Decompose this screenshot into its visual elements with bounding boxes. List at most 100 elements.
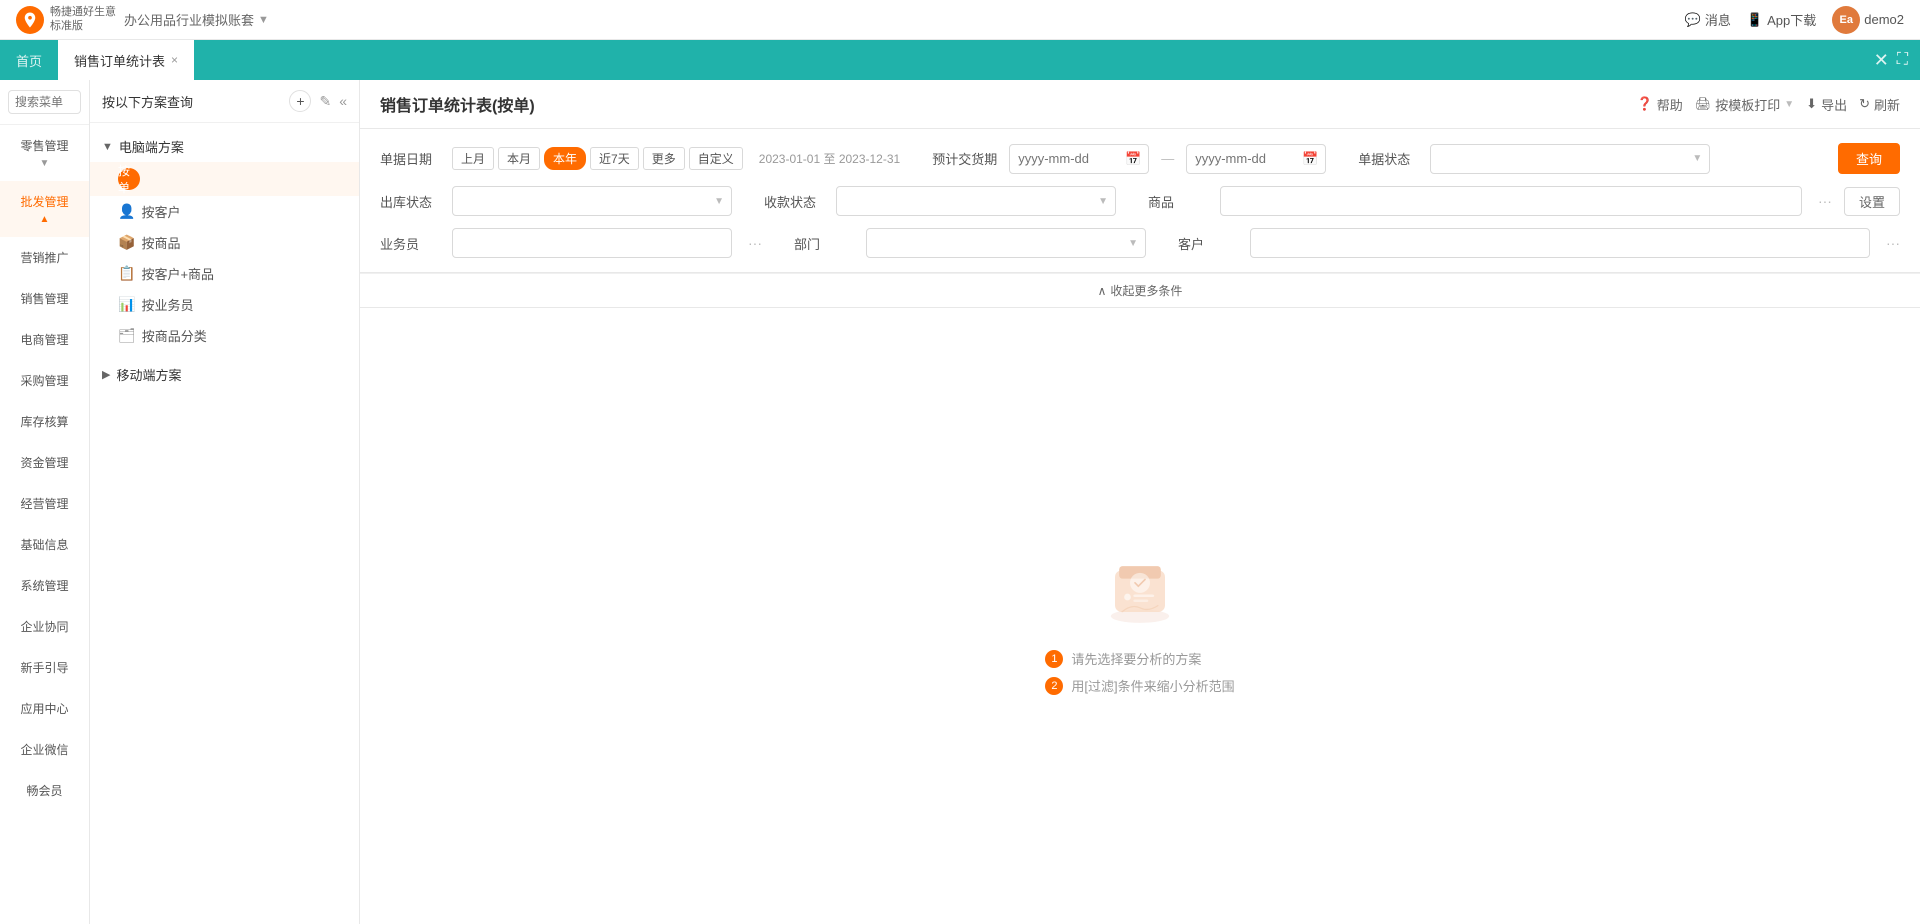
logo-text: 畅捷通好生意 标准版 bbox=[50, 6, 116, 32]
sidebar-item-wechat[interactable]: 企业微信 bbox=[0, 729, 89, 770]
print-button[interactable]: 🖨 按模板打印 ▼ bbox=[1695, 95, 1794, 114]
sidebar-item-management[interactable]: 经营管理 bbox=[0, 483, 89, 524]
sidebar-item-marketing[interactable]: 营销推广 bbox=[0, 237, 89, 278]
tab-bar: 首页 销售订单统计表 × ✕ ⛶ bbox=[0, 40, 1920, 80]
ship-status-select[interactable] bbox=[452, 186, 732, 216]
refresh-button[interactable]: ↻ 刷新 bbox=[1859, 95, 1900, 114]
tip-1-text: 请先选择要分析的方案 bbox=[1071, 649, 1201, 668]
customer-input[interactable] bbox=[1250, 228, 1870, 258]
tree-mobile-arrow: ▶ bbox=[102, 368, 110, 381]
sidebar-search-area bbox=[0, 80, 89, 125]
by-goods-label: 按商品 bbox=[141, 233, 180, 252]
sidebar-item-app[interactable]: 应用中心 bbox=[0, 688, 89, 729]
sidebar-finance-label: 资金管理 bbox=[20, 454, 68, 471]
date-label: 单据日期 bbox=[380, 149, 440, 168]
goods-input[interactable] bbox=[1220, 186, 1802, 216]
export-button[interactable]: ⬇ 导出 bbox=[1806, 95, 1847, 114]
by-customer-icon: 👤 bbox=[118, 203, 135, 220]
expected-date-to: 📅 bbox=[1186, 144, 1326, 174]
sidebar-item-member[interactable]: 畅会员 bbox=[0, 770, 89, 811]
sidebar-item-wholesale[interactable]: 批发管理 ▲ bbox=[0, 181, 89, 237]
filter-container: 单据日期 上月 本月 本年 近7天 更多 自定义 2023-01-01 至 20… bbox=[360, 129, 1920, 308]
collapse-arrow-icon: ∧ bbox=[1098, 284, 1107, 298]
sidebar-item-inventory[interactable]: 库存核算 bbox=[0, 401, 89, 442]
message-button[interactable]: 💬 消息 bbox=[1685, 10, 1731, 29]
tip-2-text: 用[过滤]条件来缩小分析范围 bbox=[1071, 676, 1234, 695]
salesperson-more-icon[interactable]: ··· bbox=[748, 235, 762, 251]
by-sales-label: 按业务员 bbox=[141, 295, 193, 314]
top-bar: 畅捷通好生意 标准版 办公用品行业模拟账套 ▼ 💬 消息 📱 App下载 Ea … bbox=[0, 0, 1920, 40]
edit-scheme-button[interactable]: ✎ bbox=[319, 93, 331, 110]
payment-status-select[interactable] bbox=[836, 186, 1116, 216]
date-btn-7days[interactable]: 近7天 bbox=[590, 147, 639, 170]
by-sales-icon: 📊 bbox=[118, 296, 135, 313]
sidebar-purchase-label: 采购管理 bbox=[20, 372, 68, 389]
date-btn-this-year[interactable]: 本年 bbox=[544, 147, 586, 170]
sidebar-item-ecommerce[interactable]: 电商管理 bbox=[0, 319, 89, 360]
tree-child-by-category[interactable]: 🗂 按商品分类 bbox=[90, 320, 359, 351]
sidebar: 零售管理 ▼ 批发管理 ▲ 营销推广 销售管理 电商管理 采购管理 库存核算 资… bbox=[0, 80, 90, 924]
tab-home[interactable]: 首页 bbox=[0, 40, 58, 80]
sidebar-item-guide[interactable]: 新手引导 bbox=[0, 647, 89, 688]
sidebar-item-sales[interactable]: 销售管理 bbox=[0, 278, 89, 319]
bill-status-select[interactable] bbox=[1430, 144, 1710, 174]
expected-date-to-input[interactable] bbox=[1186, 144, 1326, 174]
window-maximize-button[interactable]: ⛶ bbox=[1897, 51, 1908, 69]
tree-child-by-bill[interactable]: 按单 bbox=[90, 162, 359, 196]
tree-child-by-goods[interactable]: 📦 按商品 bbox=[90, 227, 359, 258]
tree-child-by-salesperson[interactable]: 📊 按业务员 bbox=[90, 289, 359, 320]
department-label: 部门 bbox=[794, 234, 854, 253]
department-select[interactable] bbox=[866, 228, 1146, 258]
collapse-bar[interactable]: ∧ 收起更多条件 bbox=[360, 273, 1920, 308]
search-input[interactable] bbox=[8, 90, 81, 114]
date-separator: — bbox=[1161, 151, 1174, 166]
tab-sales-order[interactable]: 销售订单统计表 × bbox=[58, 40, 194, 80]
main-layout: 零售管理 ▼ 批发管理 ▲ 营销推广 销售管理 电商管理 采购管理 库存核算 资… bbox=[0, 80, 1920, 924]
sidebar-item-system[interactable]: 系统管理 bbox=[0, 565, 89, 606]
tip-2-number: 2 bbox=[1045, 677, 1063, 695]
breadcrumb[interactable]: 办公用品行业模拟账套 ▼ bbox=[124, 10, 269, 29]
print-arrow-icon: ▼ bbox=[1784, 99, 1794, 110]
customer-more-icon[interactable]: ··· bbox=[1886, 235, 1900, 251]
app-download-button[interactable]: 📱 App下载 bbox=[1747, 10, 1816, 29]
ship-status-label: 出库状态 bbox=[380, 192, 440, 211]
date-btn-last-month[interactable]: 上月 bbox=[452, 147, 494, 170]
tree-child-by-customer[interactable]: 👤 按客户 bbox=[90, 196, 359, 227]
bill-status-label: 单据状态 bbox=[1358, 149, 1418, 168]
tree-parent-desktop[interactable]: ▼ 电脑端方案 bbox=[90, 131, 359, 162]
active-indicator: 按单 bbox=[118, 168, 140, 190]
page-header: 销售订单统计表(按单) ❓ 帮助 🖨 按模板打印 ▼ ⬇ 导出 ↻ 刷新 bbox=[360, 80, 1920, 129]
tree-child-by-customer-goods[interactable]: 📋 按客户+商品 bbox=[90, 258, 359, 289]
payment-status-label: 收款状态 bbox=[764, 192, 824, 211]
salesperson-input[interactable] bbox=[452, 228, 732, 258]
top-bar-left: 畅捷通好生意 标准版 办公用品行业模拟账套 ▼ bbox=[16, 6, 269, 34]
expected-date-from-input[interactable] bbox=[1009, 144, 1149, 174]
sidebar-item-purchase[interactable]: 采购管理 bbox=[0, 360, 89, 401]
left-panel-title: 按以下方案查询 bbox=[102, 92, 193, 111]
collapse-panel-button[interactable]: « bbox=[339, 93, 347, 109]
query-button[interactable]: 查询 bbox=[1838, 143, 1900, 174]
page-actions: ❓ 帮助 🖨 按模板打印 ▼ ⬇ 导出 ↻ 刷新 bbox=[1637, 95, 1900, 114]
sidebar-inventory-label: 库存核算 bbox=[20, 413, 68, 430]
sidebar-wechat-label: 企业微信 bbox=[20, 741, 68, 758]
help-button[interactable]: ❓ 帮助 bbox=[1637, 95, 1683, 114]
date-btn-this-month[interactable]: 本月 bbox=[498, 147, 540, 170]
sidebar-item-basic[interactable]: 基础信息 bbox=[0, 524, 89, 565]
tree-parent-mobile[interactable]: ▶ 移动端方案 bbox=[90, 359, 359, 390]
add-scheme-button[interactable]: + bbox=[289, 90, 311, 112]
user-menu[interactable]: Ea demo2 bbox=[1832, 6, 1904, 34]
date-btn-more[interactable]: 更多 bbox=[643, 147, 685, 170]
expected-date-from: 📅 bbox=[1009, 144, 1149, 174]
tree-mobile-label: 移动端方案 bbox=[116, 365, 181, 384]
window-close-button[interactable]: ✕ bbox=[1874, 50, 1889, 71]
date-btn-custom[interactable]: 自定义 bbox=[689, 147, 743, 170]
tab-close-icon[interactable]: × bbox=[171, 53, 178, 67]
sidebar-item-retail[interactable]: 零售管理 ▼ bbox=[0, 125, 89, 181]
date-buttons: 上月 本月 本年 近7天 更多 自定义 bbox=[452, 147, 743, 170]
sidebar-guide-label: 新手引导 bbox=[20, 659, 68, 676]
goods-more-icon[interactable]: ··· bbox=[1818, 193, 1832, 209]
sidebar-wholesale-arrow: ▲ bbox=[40, 214, 50, 225]
sidebar-item-cooperation[interactable]: 企业协同 bbox=[0, 606, 89, 647]
sidebar-item-finance[interactable]: 资金管理 bbox=[0, 442, 89, 483]
setting-button[interactable]: 设置 bbox=[1844, 187, 1900, 216]
